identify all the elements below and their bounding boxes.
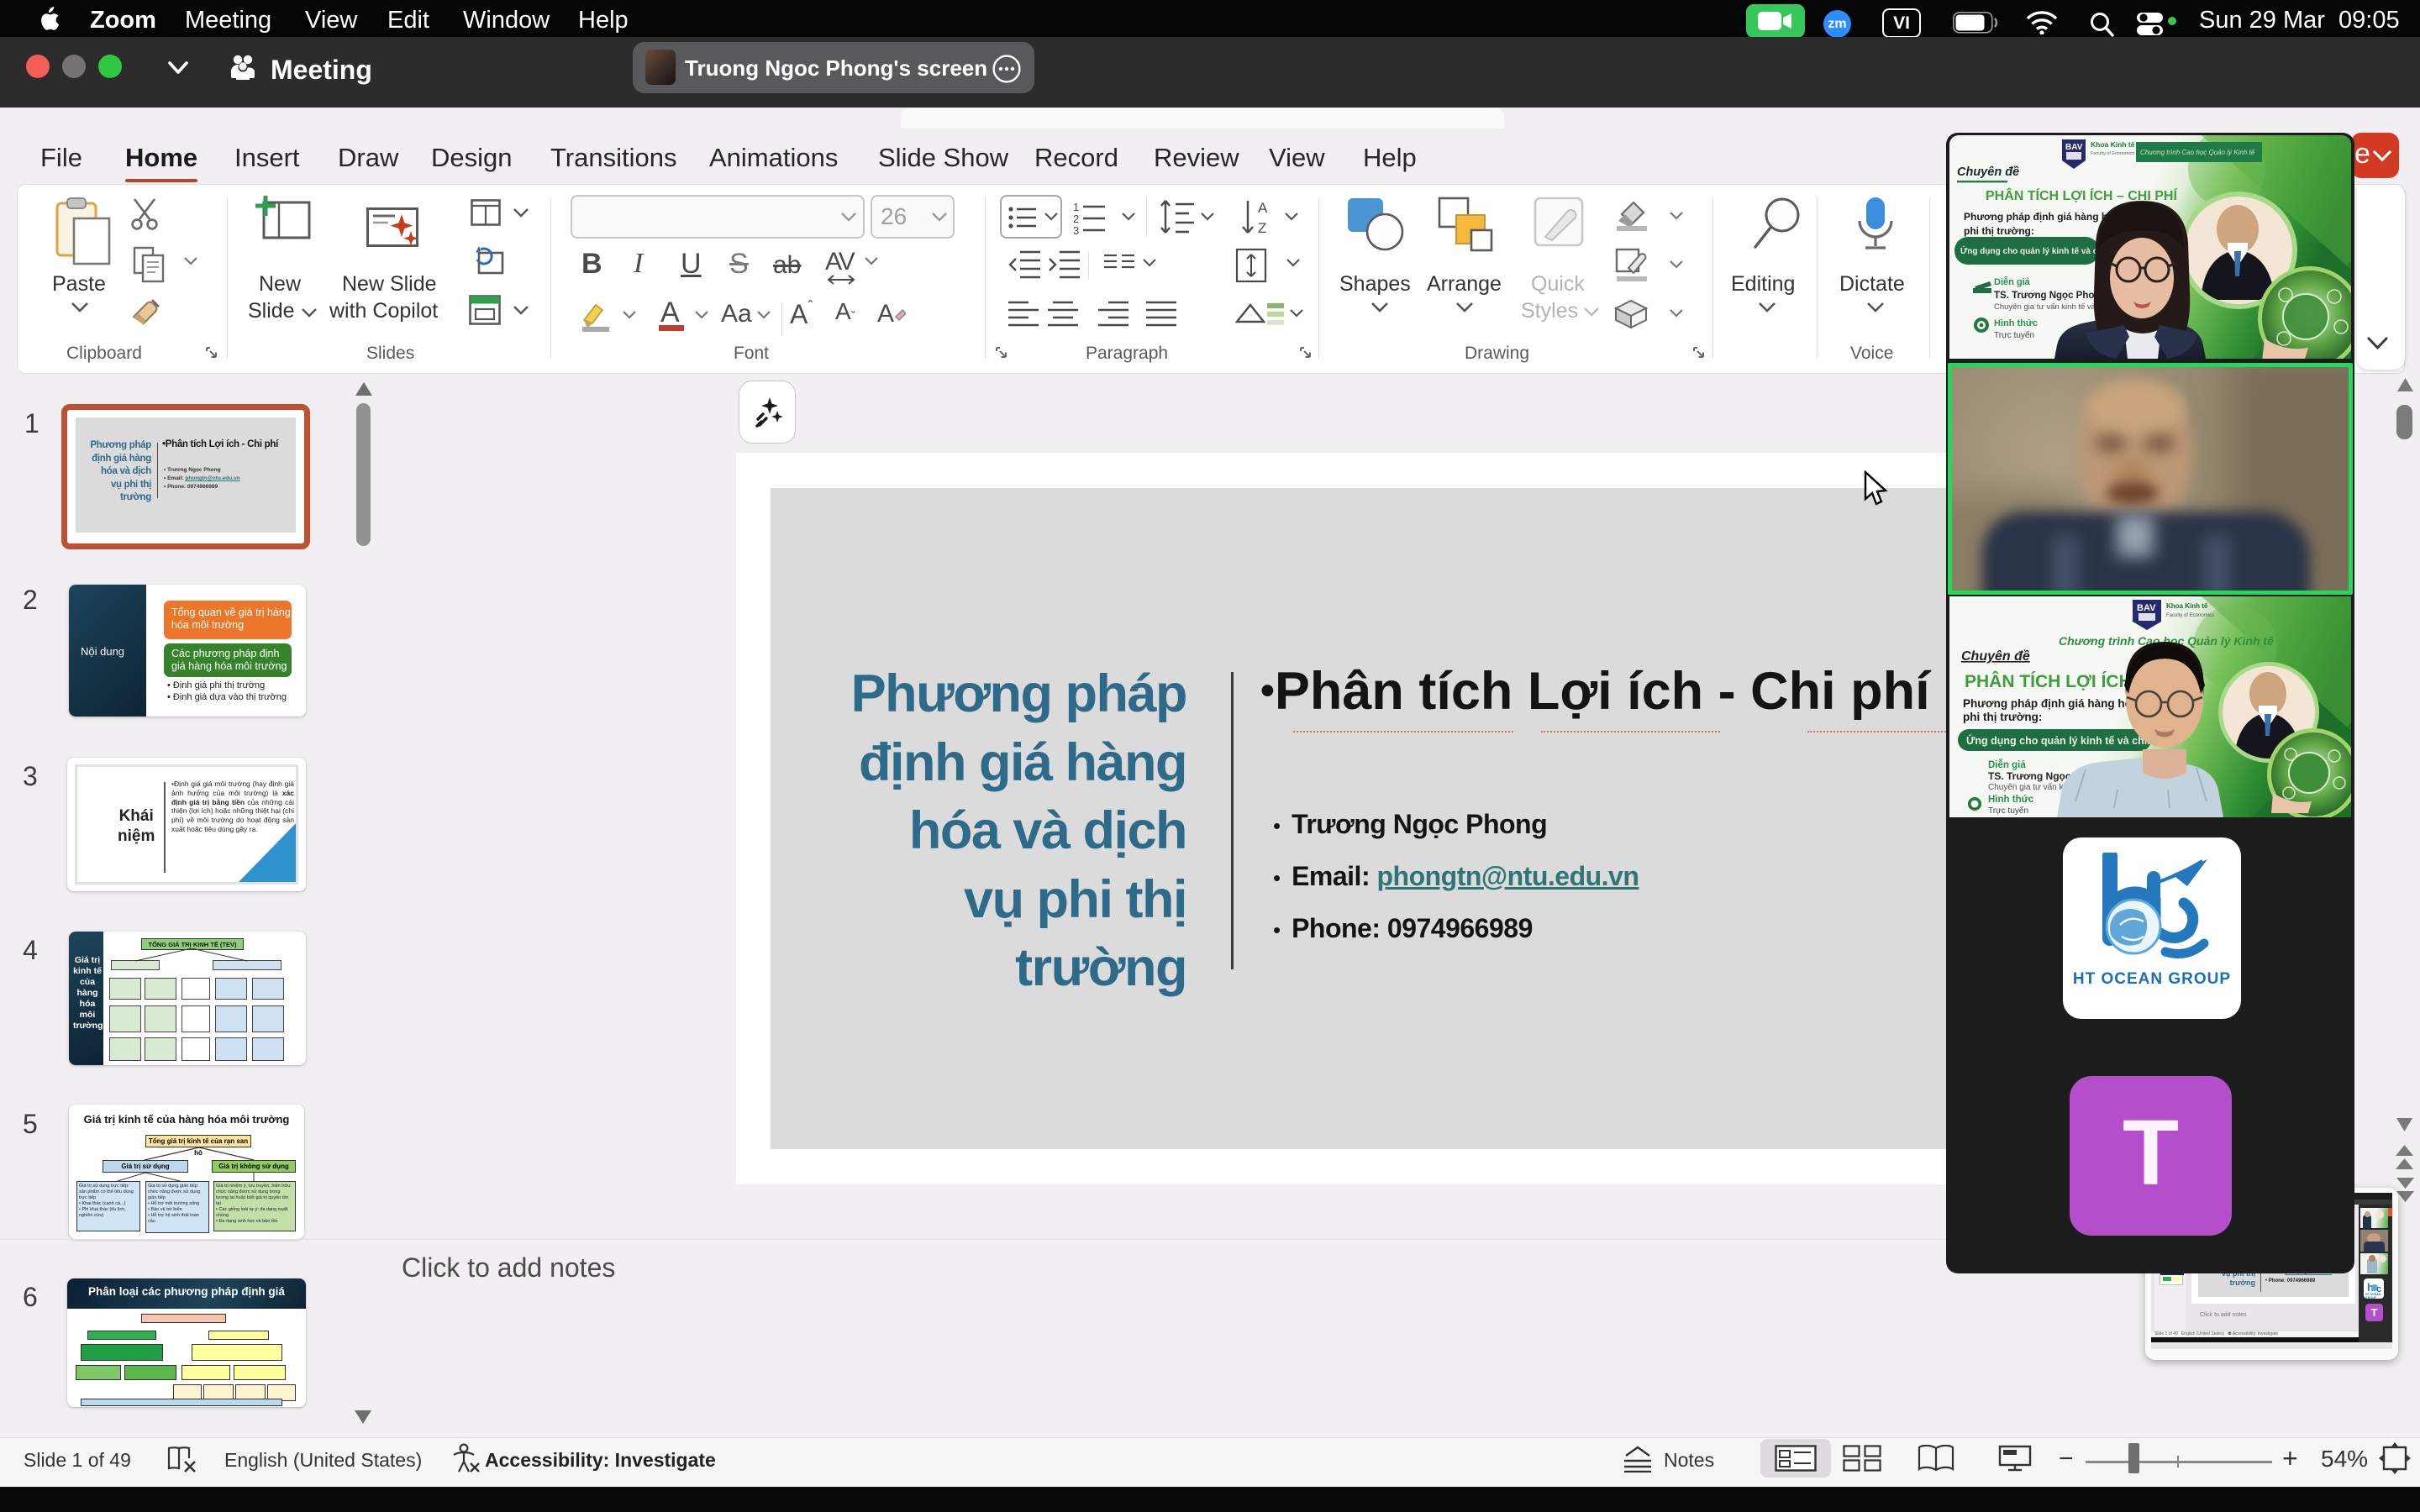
svg-text:BAV: BAV [2137, 603, 2156, 613]
svg-text:Chương trình Cao học Quản lý K: Chương trình Cao học Quản lý Kinh tế [2140, 149, 2255, 156]
svg-text:phi thị trường:: phi thị trường: [1963, 711, 2042, 723]
svg-text:Hình thức: Hình thức [1994, 318, 2038, 328]
svg-text:Faculty of Economics: Faculty of Economics [2091, 151, 2135, 156]
svg-text:Khoa Kinh tế: Khoa Kinh tế [2166, 602, 2208, 610]
svg-text:A: A [877, 300, 894, 328]
svg-text:3: 3 [1073, 224, 1079, 234]
svg-text:Trực tuyến: Trực tuyến [1994, 330, 2034, 340]
svg-text:Chuyên đề: Chuyên đề [1957, 165, 2019, 179]
svg-text:phi thị trường:: phi thị trường: [1964, 225, 2034, 237]
svg-text:BAV: BAV [2065, 143, 2083, 152]
svg-text:Trực tuyến: Trực tuyến [1988, 806, 2028, 816]
svg-text:Phương pháp định giá hàng hóa: Phương pháp định giá hàng hóa [1964, 211, 2120, 223]
svg-text:1: 1 [1073, 201, 1079, 213]
svg-text:Faculty of Economics: Faculty of Economics [2166, 613, 2214, 618]
svg-text:Hình thức: Hình thức [1988, 795, 2034, 805]
svg-text:Diễn giả: Diễn giả [1988, 759, 2026, 770]
svg-text:2: 2 [1073, 213, 1079, 225]
svg-text:Diễn giả: Diễn giả [1994, 276, 2031, 287]
svg-text:Khoa Kinh tế: Khoa Kinh tế [2091, 140, 2135, 149]
svg-text:TS. Trương Ngọc Phong: TS. Trương Ngọc Phong [1994, 291, 2106, 301]
svg-text:A: A [1258, 200, 1268, 216]
svg-text:Z: Z [1258, 220, 1266, 234]
svg-text:Ứng dụng cho quản lý kinh tế v: Ứng dụng cho quản lý kinh tế và chí [1960, 245, 2106, 256]
svg-text:Chuyên đề: Chuyên đề [1961, 649, 2030, 664]
svg-text:PHÂN TÍCH LỢI ÍCH – CHI PHÍ: PHÂN TÍCH LỢI ÍCH – CHI PHÍ [1986, 187, 2177, 203]
